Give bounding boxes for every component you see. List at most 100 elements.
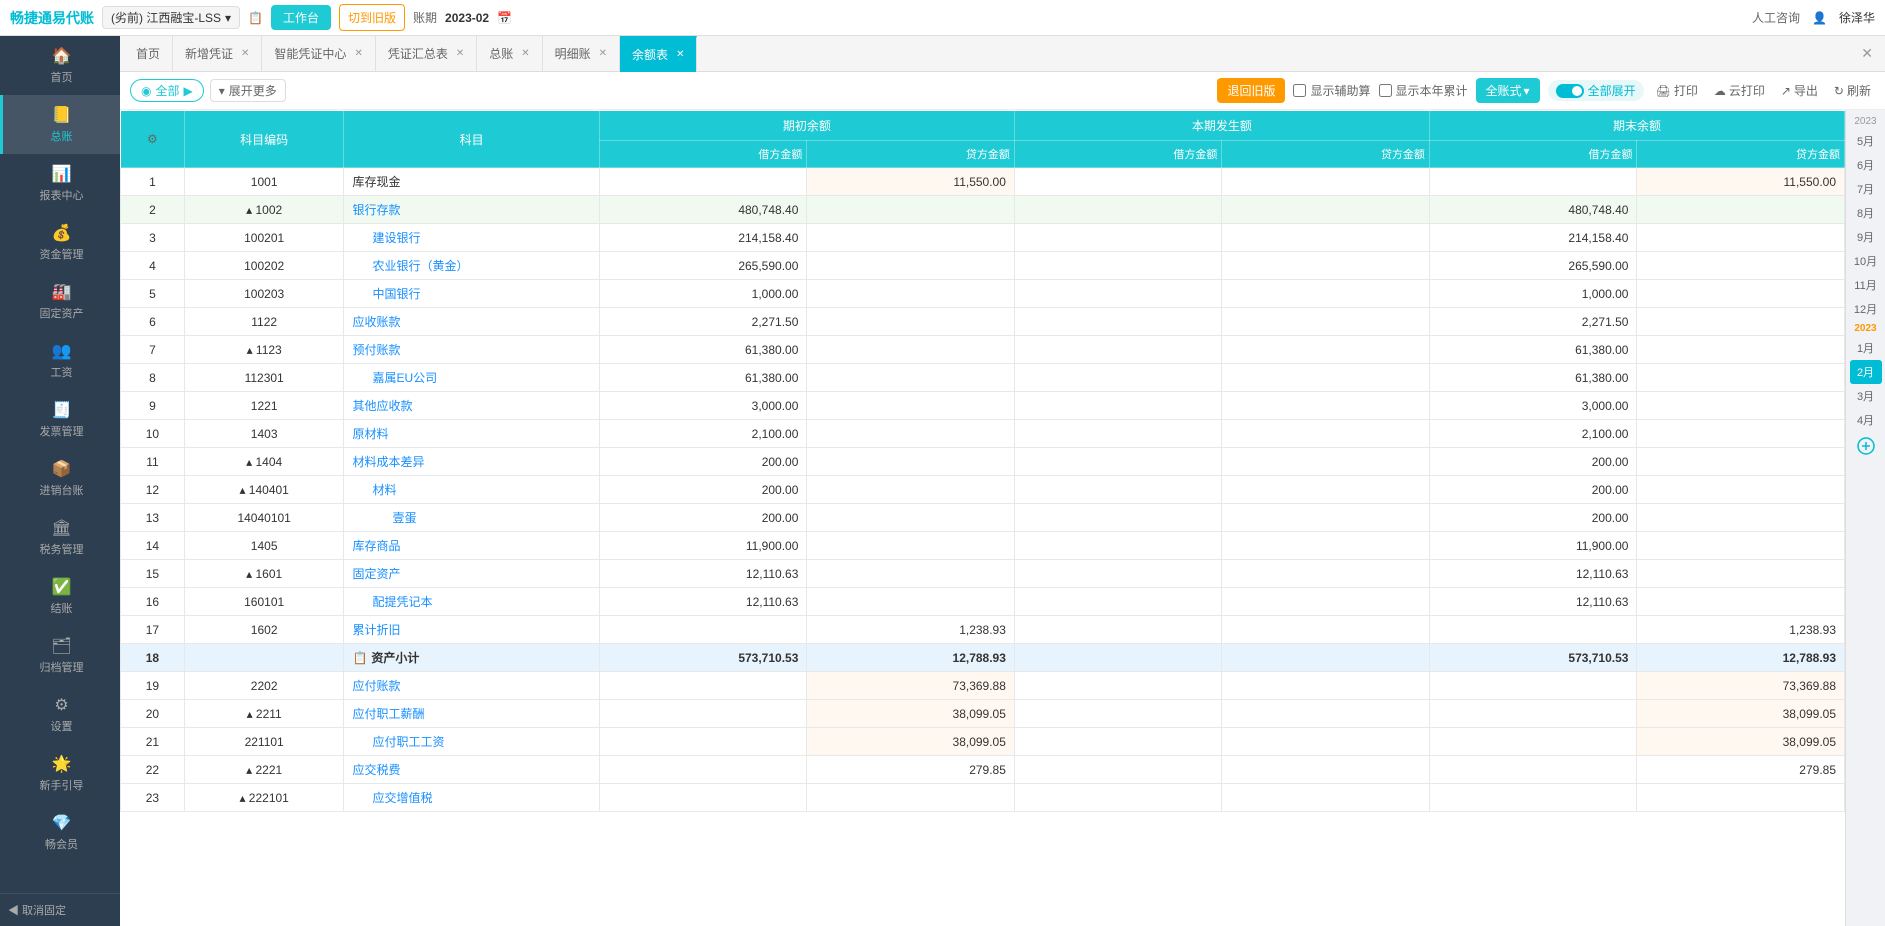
close-all-tabs[interactable]: ✕: [1853, 45, 1881, 62]
month-11[interactable]: 11月: [1850, 273, 1882, 297]
account-name-link[interactable]: 应交税费: [352, 763, 400, 777]
sidebar-item-salary[interactable]: 👥 工资: [0, 331, 120, 390]
refresh-button[interactable]: ↻ 刷新: [1830, 80, 1875, 101]
th-settings[interactable]: ⚙: [121, 111, 185, 168]
account-name-link[interactable]: 其他应收款: [352, 399, 412, 413]
aux-checkbox-input[interactable]: [1293, 84, 1306, 97]
account-name[interactable]: 配提凭记本: [344, 588, 599, 616]
tab-add-voucher-close[interactable]: ✕: [241, 48, 249, 59]
account-name[interactable]: 嘉属EU公司: [344, 364, 599, 392]
account-name-link[interactable]: 应收账款: [352, 315, 400, 329]
month-5[interactable]: 5月: [1850, 129, 1882, 153]
account-name-link[interactable]: 建设银行: [372, 231, 420, 245]
show-aux-checkbox[interactable]: 显示辅助算: [1293, 82, 1370, 99]
cloud-print-button[interactable]: ☁ 云打印: [1710, 80, 1769, 101]
account-name-link[interactable]: 原材料: [352, 427, 388, 441]
sidebar-item-assets[interactable]: 🏭 固定资产: [0, 272, 120, 331]
toggle-switch[interactable]: [1556, 84, 1584, 98]
month-10[interactable]: 10月: [1850, 249, 1882, 273]
account-name-link[interactable]: 中国银行: [372, 287, 420, 301]
account-name[interactable]: 应付职工工资: [344, 728, 599, 756]
account-name[interactable]: 应付职工薪酬: [344, 700, 599, 728]
expand-all-toggle[interactable]: 全部展开: [1548, 80, 1644, 101]
month-7[interactable]: 7月: [1850, 177, 1882, 201]
company-selector[interactable]: (劣前) 江西融宝-LSS ▾: [102, 6, 240, 29]
tab-smart-voucher-close[interactable]: ✕: [354, 48, 362, 59]
tab-balance-sheet-close[interactable]: ✕: [676, 49, 684, 60]
sidebar-item-sales[interactable]: 📦 进销台账: [0, 449, 120, 508]
month-2[interactable]: 2月: [1850, 360, 1882, 384]
account-name-link[interactable]: 累计折旧: [352, 623, 400, 637]
gear-icon[interactable]: ⚙: [147, 132, 158, 146]
sidebar-item-funds[interactable]: 💰 资金管理: [0, 213, 120, 272]
account-name[interactable]: 材料成本差异: [344, 448, 599, 476]
filter-button[interactable]: ◉ 全部 ▶: [130, 79, 204, 102]
account-name[interactable]: 应交税费: [344, 756, 599, 784]
calendar-icon[interactable]: 📅: [497, 11, 512, 25]
account-name[interactable]: 建设银行: [344, 224, 599, 252]
month-3[interactable]: 3月: [1850, 384, 1882, 408]
tab-voucher-summary[interactable]: 凭证汇总表 ✕: [376, 36, 477, 72]
sidebar-item-member[interactable]: 💎 畅会员: [0, 803, 120, 862]
month-8[interactable]: 8月: [1850, 201, 1882, 225]
account-name[interactable]: 固定资产: [344, 560, 599, 588]
return-old-version-button[interactable]: 退回旧版: [1217, 78, 1285, 103]
sidebar-item-tax[interactable]: 🏛 税务管理: [0, 508, 120, 567]
sidebar-item-settings[interactable]: ⚙ 设置: [0, 685, 120, 744]
tab-detail-ledger-close[interactable]: ✕: [599, 48, 607, 59]
month-12[interactable]: 12月: [1850, 297, 1882, 321]
account-name[interactable]: 银行存款: [344, 196, 599, 224]
account-name-link[interactable]: 固定资产: [352, 567, 400, 581]
tab-smart-voucher[interactable]: 智能凭证中心 ✕: [262, 36, 375, 72]
style-button[interactable]: 全账式 ▾: [1476, 78, 1540, 103]
tab-balance-sheet[interactable]: 余额表 ✕: [620, 36, 697, 72]
sidebar-item-invoice[interactable]: 🧾 发票管理: [0, 390, 120, 449]
ytd-checkbox-input[interactable]: [1379, 84, 1392, 97]
tab-detail-ledger[interactable]: 明细账 ✕: [543, 36, 620, 72]
account-name-link[interactable]: 应付职工薪酬: [352, 707, 424, 721]
workbench-button[interactable]: 工作台: [271, 5, 331, 30]
sidebar-item-ledger[interactable]: 📒 总账: [0, 95, 120, 154]
account-name-link[interactable]: 库存商品: [352, 539, 400, 553]
sidebar-item-checkout[interactable]: ✅ 结账: [0, 567, 120, 626]
account-name-link[interactable]: 配提凭记本: [372, 595, 432, 609]
month-6[interactable]: 6月: [1850, 153, 1882, 177]
account-name[interactable]: 中国银行: [344, 280, 599, 308]
tab-home[interactable]: 首页: [124, 36, 173, 72]
account-name-link[interactable]: 应交增值税: [372, 791, 432, 805]
tab-ledger-main[interactable]: 总账 ✕: [477, 36, 542, 72]
account-name[interactable]: 应付账款: [344, 672, 599, 700]
account-name[interactable]: 累计折旧: [344, 616, 599, 644]
switch-version-button[interactable]: 切到旧版: [339, 4, 405, 31]
account-name-link[interactable]: 材料: [372, 483, 396, 497]
month-4[interactable]: 4月: [1850, 408, 1882, 432]
expand-button[interactable]: ▾ 展开更多: [210, 79, 286, 102]
sidebar-item-home[interactable]: 🏠 首页: [0, 36, 120, 95]
print-button[interactable]: 🖨 打印: [1652, 80, 1702, 101]
account-name[interactable]: 壹蛋: [344, 504, 599, 532]
tab-ledger-main-close[interactable]: ✕: [521, 48, 529, 59]
account-name-link[interactable]: 嘉属EU公司: [372, 371, 437, 385]
account-name[interactable]: 材料: [344, 476, 599, 504]
account-name-link[interactable]: 材料成本差异: [352, 455, 424, 469]
sidebar-item-guide[interactable]: 🌟 新手引导: [0, 744, 120, 803]
account-name[interactable]: 库存商品: [344, 532, 599, 560]
sidebar-bottom-pin[interactable]: ◀ 取消固定: [0, 893, 120, 926]
add-period-icon[interactable]: [1856, 436, 1876, 459]
account-name-link[interactable]: 预付账款: [352, 343, 400, 357]
account-name-link[interactable]: 农业银行（黄金）: [372, 259, 468, 273]
month-9[interactable]: 9月: [1850, 225, 1882, 249]
account-name[interactable]: 原材料: [344, 420, 599, 448]
sidebar-item-reports[interactable]: 📊 报表中心: [0, 154, 120, 213]
month-1[interactable]: 1月: [1850, 336, 1882, 360]
account-name[interactable]: 应收账款: [344, 308, 599, 336]
sidebar-item-archive[interactable]: 🗂 归档管理: [0, 626, 120, 685]
account-name-link[interactable]: 银行存款: [352, 203, 400, 217]
account-name[interactable]: 预付账款: [344, 336, 599, 364]
tab-add-voucher[interactable]: 新增凭证 ✕: [173, 36, 262, 72]
copy-icon[interactable]: 📋: [248, 11, 263, 25]
tab-voucher-summary-close[interactable]: ✕: [456, 48, 464, 59]
account-name-link[interactable]: 壹蛋: [392, 511, 416, 525]
account-name-link[interactable]: 应付账款: [352, 679, 400, 693]
account-name[interactable]: 应交增值税: [344, 784, 599, 812]
